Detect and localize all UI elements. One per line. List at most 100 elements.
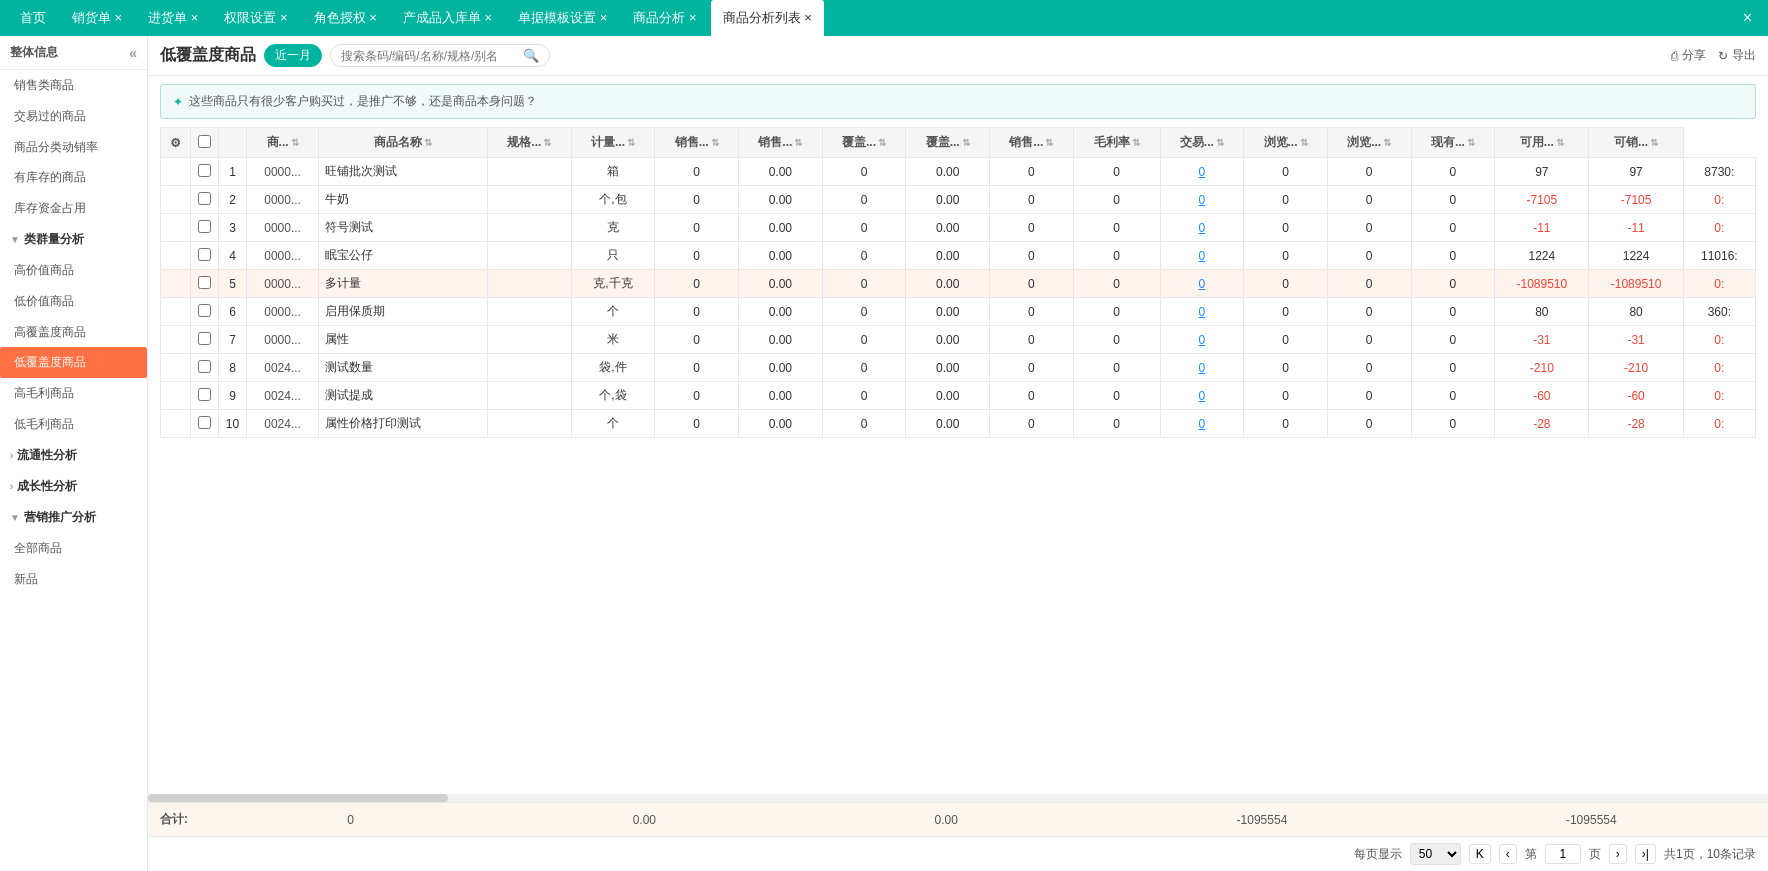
nav-purchase-order[interactable]: 进货单 ×: [136, 0, 210, 36]
row-select-checkbox[interactable]: [198, 304, 211, 317]
trade-link[interactable]: 0: [1199, 389, 1206, 403]
trade-link[interactable]: 0: [1199, 221, 1206, 235]
sidebar-section-circulation[interactable]: › 流通性分析: [0, 440, 147, 471]
row-checkbox[interactable]: [191, 354, 219, 382]
nav-template-settings[interactable]: 单据模板设置 ×: [506, 0, 619, 36]
row-select-checkbox[interactable]: [198, 388, 211, 401]
trade-link[interactable]: 0: [1199, 305, 1206, 319]
sidebar-item-low-value[interactable]: 低价值商品: [0, 286, 147, 317]
nav-sales-order[interactable]: 销货单 ×: [60, 0, 134, 36]
sidebar-item-high-value[interactable]: 高价值商品: [0, 255, 147, 286]
sidebar-section-marketing[interactable]: ▼ 营销推广分析: [0, 502, 147, 533]
sidebar-collapse-button[interactable]: «: [129, 45, 137, 61]
trade-link[interactable]: 0: [1199, 333, 1206, 347]
row-checkbox[interactable]: [191, 326, 219, 354]
select-all-checkbox[interactable]: [198, 135, 211, 148]
row-select-checkbox[interactable]: [198, 276, 211, 289]
col-trade-header[interactable]: 交易...⇅: [1160, 128, 1244, 158]
row-select-checkbox[interactable]: [198, 360, 211, 373]
row-browse1: 0: [1244, 186, 1328, 214]
share-button[interactable]: ⎙ 分享: [1671, 47, 1706, 64]
trade-link[interactable]: 0: [1199, 193, 1206, 207]
col-gross-rate-header[interactable]: 毛利率⇅: [1073, 128, 1160, 158]
first-page-button[interactable]: K: [1469, 844, 1491, 864]
row-select-checkbox[interactable]: [198, 248, 211, 261]
export-button[interactable]: ↻ 导出: [1718, 47, 1756, 64]
row-code: 0024...: [247, 410, 319, 438]
col-settings[interactable]: ⚙: [161, 128, 191, 158]
row-select-checkbox[interactable]: [198, 220, 211, 233]
row-checkbox[interactable]: [191, 158, 219, 186]
next-page-button[interactable]: ›: [1609, 844, 1627, 864]
sidebar-item-category-sales-rate[interactable]: 商品分类动销率: [0, 132, 147, 163]
col-sellable-header[interactable]: 可销...⇅: [1589, 128, 1683, 158]
sidebar-item-new-goods[interactable]: 新品: [0, 564, 147, 595]
row-checkbox[interactable]: [191, 298, 219, 326]
nav-role-auth[interactable]: 角色授权 ×: [302, 0, 389, 36]
row-sales-cnt: 0: [990, 382, 1074, 410]
col-unit-header[interactable]: 计量...⇅: [571, 128, 655, 158]
row-sales-qty: 0: [655, 158, 739, 186]
col-available-header[interactable]: 可用...⇅: [1495, 128, 1589, 158]
col-sales-cnt-header[interactable]: 销售...⇅: [990, 128, 1074, 158]
row-name: 属性价格打印测试: [319, 410, 488, 438]
sidebar-item-inventory-capital[interactable]: 库存资金占用: [0, 193, 147, 224]
trade-link[interactable]: 0: [1199, 277, 1206, 291]
trade-link[interactable]: 0: [1199, 361, 1206, 375]
col-checkbox-header[interactable]: [191, 128, 219, 158]
sidebar-item-sales-goods[interactable]: 销售类商品: [0, 70, 147, 101]
col-code-header[interactable]: 商...⇅: [247, 128, 319, 158]
sidebar-item-traded-goods[interactable]: 交易过的商品: [0, 101, 147, 132]
col-sales-qty-header[interactable]: 销售...⇅: [655, 128, 739, 158]
col-current-header[interactable]: 现有...⇅: [1411, 128, 1495, 158]
row-select-checkbox[interactable]: [198, 164, 211, 177]
trade-link[interactable]: 0: [1199, 165, 1206, 179]
page-size-select[interactable]: 50 100 200: [1410, 843, 1461, 865]
sidebar-item-high-coverage[interactable]: 高覆盖度商品: [0, 317, 147, 348]
nav-home[interactable]: 首页: [8, 0, 58, 36]
col-spec-header[interactable]: 规格...⇅: [488, 128, 572, 158]
row-checkbox[interactable]: [191, 242, 219, 270]
horizontal-scrollbar[interactable]: [148, 794, 1768, 802]
col-browse1-header[interactable]: 浏览...⇅: [1244, 128, 1328, 158]
row-browse2: 0: [1327, 270, 1411, 298]
row-select-checkbox[interactable]: [198, 192, 211, 205]
col-cover-qty-header[interactable]: 覆盖...⇅: [822, 128, 906, 158]
sidebar-item-low-coverage[interactable]: 低覆盖度商品: [0, 347, 147, 378]
sidebar-item-in-stock-goods[interactable]: 有库存的商品: [0, 162, 147, 193]
row-select-checkbox[interactable]: [198, 332, 211, 345]
col-browse2-header[interactable]: 浏览...⇅: [1327, 128, 1411, 158]
nav-product-inbound[interactable]: 产成品入库单 ×: [391, 0, 504, 36]
row-checkbox[interactable]: [191, 214, 219, 242]
page-input[interactable]: [1545, 844, 1581, 864]
row-checkbox[interactable]: [191, 382, 219, 410]
col-sales-amt-header[interactable]: 销售...⇅: [739, 128, 823, 158]
sidebar-item-high-profit[interactable]: 高毛利商品: [0, 378, 147, 409]
search-input[interactable]: [341, 49, 519, 63]
nav-product-analysis-list[interactable]: 商品分析列表 ×: [711, 0, 824, 36]
close-all-tabs-button[interactable]: ×: [1735, 9, 1760, 27]
sidebar-item-all-goods[interactable]: 全部商品: [0, 533, 147, 564]
sidebar-section-group-analysis[interactable]: ▼ 类群量分析: [0, 224, 147, 255]
col-name-header[interactable]: 商品名称⇅: [319, 128, 488, 158]
trade-link[interactable]: 0: [1199, 249, 1206, 263]
row-checkbox[interactable]: [191, 186, 219, 214]
row-settings: [161, 270, 191, 298]
row-current: 0: [1411, 410, 1495, 438]
row-select-checkbox[interactable]: [198, 416, 211, 429]
last-page-button[interactable]: ›|: [1635, 844, 1656, 864]
sidebar-section-growth[interactable]: › 成长性分析: [0, 471, 147, 502]
prev-page-button[interactable]: ‹: [1499, 844, 1517, 864]
nav-product-analysis[interactable]: 商品分析 ×: [621, 0, 708, 36]
nav-permission-settings[interactable]: 权限设置 ×: [212, 0, 299, 36]
trade-link[interactable]: 0: [1199, 417, 1206, 431]
row-checkbox[interactable]: [191, 270, 219, 298]
sidebar-item-low-profit[interactable]: 低毛利商品: [0, 409, 147, 440]
scrollbar-thumb[interactable]: [148, 794, 448, 802]
row-cover-amt: 0.00: [906, 382, 990, 410]
page-of-label: 页: [1589, 846, 1601, 863]
row-checkbox[interactable]: [191, 410, 219, 438]
col-cover-amt-header[interactable]: 覆盖...⇅: [906, 128, 990, 158]
row-available: -7105: [1495, 186, 1589, 214]
time-filter-recent-month[interactable]: 近一月: [264, 44, 322, 67]
